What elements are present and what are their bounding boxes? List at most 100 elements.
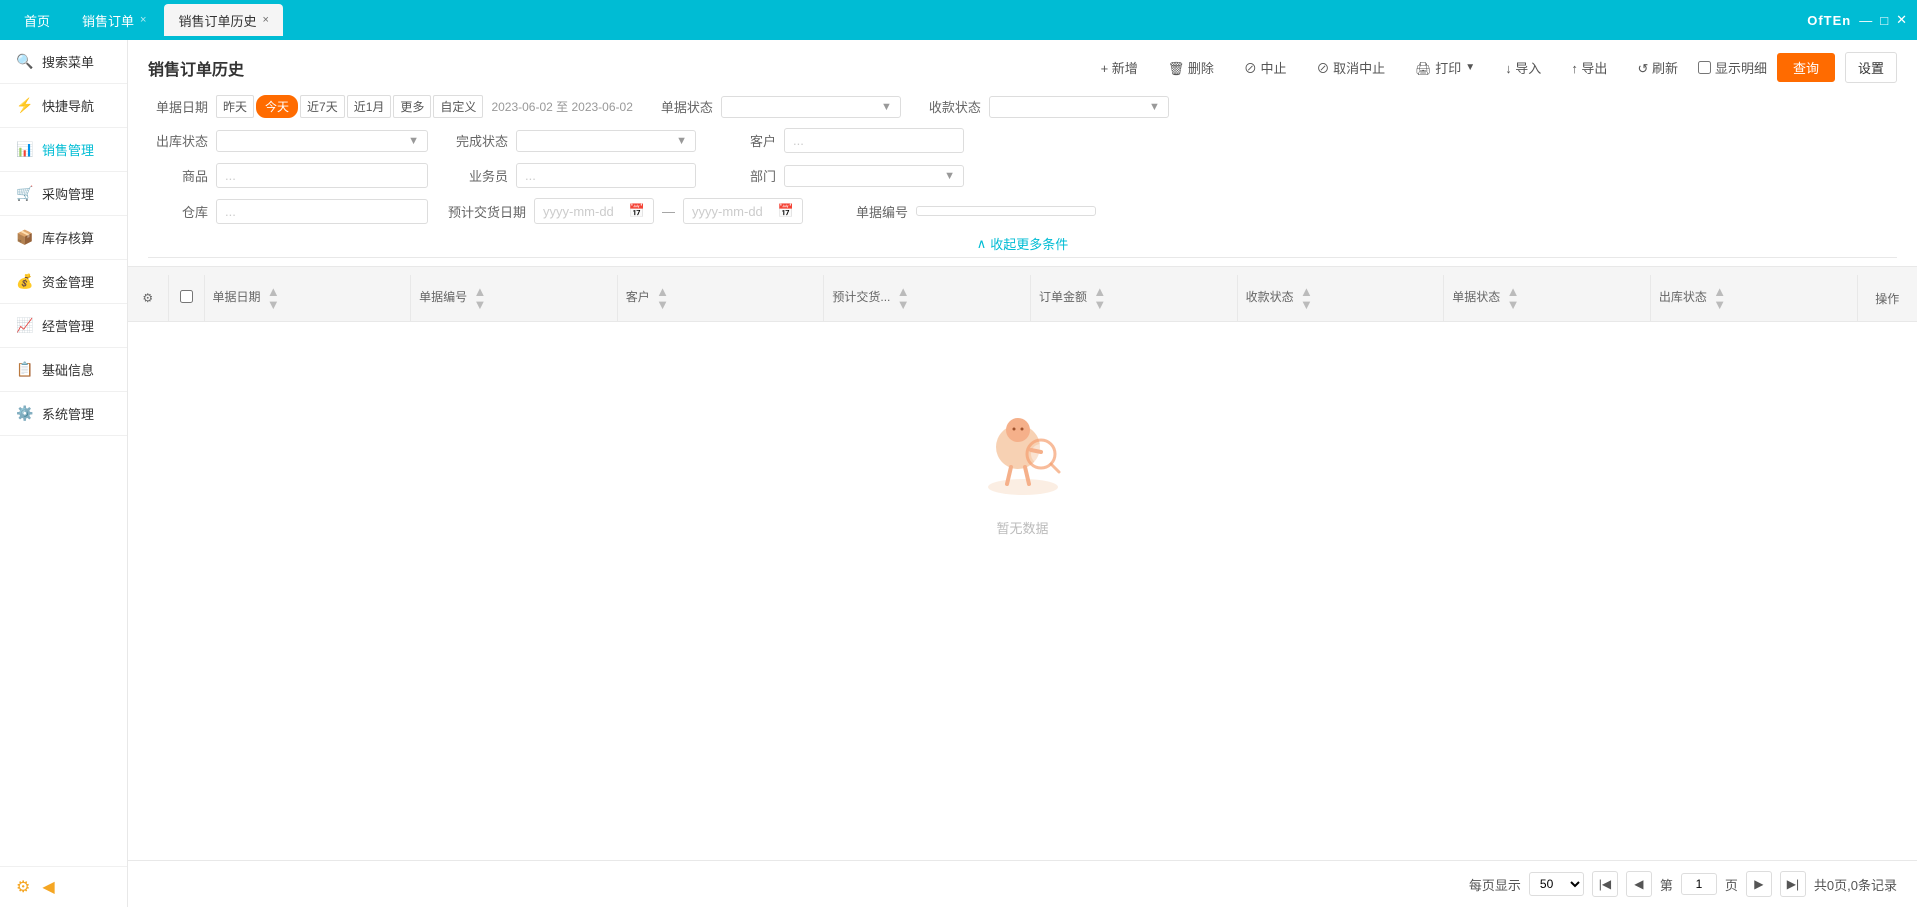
completion-status-select[interactable]: ▼ — [516, 130, 696, 152]
filter-goods: 商品 ... — [148, 163, 428, 188]
th-order-amount[interactable]: 订单金额 ▲▼ — [1031, 275, 1238, 322]
date-separator: — — [658, 204, 679, 219]
page-number-input[interactable] — [1681, 873, 1717, 895]
warehouse-input[interactable]: ... — [216, 199, 428, 224]
salesperson-input[interactable]: ... — [516, 163, 696, 188]
refresh-button[interactable]: ↺ 刷新 — [1627, 53, 1688, 82]
tab-home[interactable]: 首页 — [10, 4, 64, 36]
delivery-status-label: 出库状态 — [148, 131, 208, 150]
th-doc-number[interactable]: 单据编号 ▲▼ — [411, 275, 618, 322]
date-btn-1month[interactable]: 近1月 — [347, 95, 392, 118]
salesperson-dots: ... — [525, 168, 536, 183]
sidebar-item-system-mgmt[interactable]: ⚙️ 系统管理 — [0, 392, 127, 436]
select-all-checkbox[interactable] — [180, 290, 193, 303]
filter-row-4: 仓库 ... 预计交货日期 yyyy-mm-dd 📅 — — [148, 198, 1897, 224]
date-btn-more[interactable]: 更多 — [393, 95, 431, 118]
print-button[interactable]: 🖨 打印 ▼ — [1405, 53, 1485, 82]
sidebar-item-sales-mgmt[interactable]: 📊 销售管理 — [0, 128, 127, 172]
doc-number-input[interactable] — [916, 206, 1096, 216]
sidebar-item-base-info[interactable]: 📋 基础信息 — [0, 348, 127, 392]
date-range-buttons: 昨天 今天 近7天 近1月 更多 自定义 — [216, 95, 483, 118]
search-menu-icon: 🔍 — [16, 53, 34, 71]
date-btn-today[interactable]: 今天 — [256, 95, 298, 118]
table-header-row: ⚙ 单据日期 ▲▼ 单据编号 ▲▼ 客户 — [128, 275, 1917, 322]
first-page-btn[interactable]: |◀ — [1592, 871, 1618, 897]
filter-salesperson: 业务员 ... — [448, 163, 696, 188]
sidebar-item-operation-mgmt-label: 经营管理 — [42, 316, 94, 335]
page-title-row: 销售订单历史 + 新增 🗑 删除 ⊘ 中止 ⊘ 取消中止 🖨 打印 ▼ ↓ 导入… — [148, 52, 1897, 83]
tab-sales-order[interactable]: 销售订单 × — [68, 4, 160, 36]
th-doc-status[interactable]: 单据状态 ▲▼ — [1444, 275, 1651, 322]
th-doc-date[interactable]: 单据日期 ▲▼ — [204, 275, 411, 322]
sales-mgmt-icon: 📊 — [16, 141, 34, 159]
display-detail-label: 显示明细 — [1715, 58, 1767, 77]
quick-nav-icon: ⚡ — [16, 97, 34, 115]
th-checkbox[interactable] — [168, 275, 204, 322]
per-page-select[interactable]: 50 10 20 100 — [1529, 872, 1584, 896]
doc-status-select[interactable]: ▼ — [721, 96, 901, 118]
prev-page-btn[interactable]: ◀ — [1626, 871, 1652, 897]
warehouse-label: 仓库 — [148, 202, 208, 221]
page-label-after: 页 — [1725, 875, 1738, 894]
sidebar-bottom: ⚙ ◀ — [0, 866, 127, 907]
payment-status-select[interactable]: ▼ — [989, 96, 1169, 118]
th-expected-delivery[interactable]: 预计交货... ▲▼ — [824, 275, 1031, 322]
sidebar-item-fund-mgmt[interactable]: 💰 资金管理 — [0, 260, 127, 304]
customer-input[interactable]: ... — [784, 128, 964, 153]
payment-status-label: 收款状态 — [921, 97, 981, 116]
doc-status-label: 单据状态 — [653, 97, 713, 116]
tab-sales-order-history[interactable]: 销售订单历史 × — [164, 4, 282, 36]
delete-button[interactable]: 🗑 删除 — [1158, 53, 1224, 82]
sidebar-item-quick-nav[interactable]: ⚡ 快捷导航 — [0, 84, 127, 128]
date-btn-custom[interactable]: 自定义 — [433, 95, 483, 118]
sidebar-item-inventory-check[interactable]: 📦 库存核算 — [0, 216, 127, 260]
next-page-btn[interactable]: ▶ — [1746, 871, 1772, 897]
sidebar-item-quick-nav-label: 快捷导航 — [42, 96, 94, 115]
display-detail-toggle[interactable]: 显示明细 — [1698, 58, 1767, 77]
calendar-to-icon[interactable]: 📅 — [778, 203, 794, 219]
calendar-from-icon[interactable]: 📅 — [629, 203, 645, 219]
content-area: 销售订单历史 + 新增 🗑 删除 ⊘ 中止 ⊘ 取消中止 🖨 打印 ▼ ↓ 导入… — [128, 40, 1917, 907]
filter-row-3: 商品 ... 业务员 ... 部门 — [148, 163, 1897, 188]
window-close[interactable]: ✕ — [1896, 12, 1907, 28]
sidebar-item-system-mgmt-label: 系统管理 — [42, 404, 94, 423]
cancel-stop-button[interactable]: ⊘ 取消中止 — [1307, 53, 1396, 82]
sidebar-collapse-icon[interactable]: ◀ — [42, 877, 54, 897]
toolbar: + 新增 🗑 删除 ⊘ 中止 ⊘ 取消中止 🖨 打印 ▼ ↓ 导入 ↑ 导出 ↺… — [1091, 52, 1897, 83]
sidebar-item-base-info-label: 基础信息 — [42, 360, 94, 379]
export-button[interactable]: ↑ 导出 — [1561, 53, 1617, 82]
tab-sales-order-history-close[interactable]: × — [262, 14, 268, 26]
collapse-filters-row[interactable]: ∧ 收起更多条件 — [148, 230, 1897, 257]
doc-date-control: 昨天 今天 近7天 近1月 更多 自定义 2023-06-02 至 2023-0… — [216, 95, 633, 118]
sidebar-settings-icon[interactable]: ⚙ — [16, 877, 30, 897]
th-delivery-status[interactable]: 出库状态 ▲▼ — [1650, 275, 1857, 322]
department-select[interactable]: ▼ — [784, 165, 964, 187]
new-button[interactable]: + 新增 — [1091, 53, 1148, 82]
date-btn-yesterday[interactable]: 昨天 — [216, 95, 254, 118]
settings-button[interactable]: 设置 — [1845, 52, 1897, 83]
window-minimize[interactable]: — — [1859, 13, 1872, 28]
sidebar-item-search-menu[interactable]: 🔍 搜索菜单 — [0, 40, 127, 84]
date-btn-7days[interactable]: 近7天 — [300, 95, 345, 118]
department-arrow-icon: ▼ — [944, 170, 955, 182]
sort-order-amount-icon: ▲▼ — [1093, 285, 1106, 311]
delivery-status-select[interactable]: ▼ — [216, 130, 428, 152]
empty-state: 暂无数据 — [128, 322, 1917, 617]
customer-label: 客户 — [716, 131, 776, 150]
sidebar-item-purchase-mgmt[interactable]: 🛒 采购管理 — [0, 172, 127, 216]
doc-date-label: 单据日期 — [148, 97, 208, 116]
tab-sales-order-close[interactable]: × — [140, 14, 146, 26]
import-button[interactable]: ↓ 导入 — [1495, 53, 1551, 82]
th-settings[interactable]: ⚙ — [128, 275, 168, 322]
query-button[interactable]: 查询 — [1777, 53, 1835, 82]
last-page-btn[interactable]: ▶| — [1780, 871, 1806, 897]
stop-button[interactable]: ⊘ 中止 — [1234, 53, 1297, 82]
goods-input[interactable]: ... — [216, 163, 428, 188]
delivery-date-from[interactable]: yyyy-mm-dd 📅 — [534, 198, 654, 224]
delivery-date-to[interactable]: yyyy-mm-dd 📅 — [683, 198, 803, 224]
display-detail-checkbox[interactable] — [1698, 61, 1711, 74]
sidebar-item-operation-mgmt[interactable]: 📈 经营管理 — [0, 304, 127, 348]
window-maximize[interactable]: □ — [1880, 13, 1888, 28]
th-payment-status[interactable]: 收款状态 ▲▼ — [1237, 275, 1444, 322]
th-customer[interactable]: 客户 ▲▼ — [617, 275, 824, 322]
